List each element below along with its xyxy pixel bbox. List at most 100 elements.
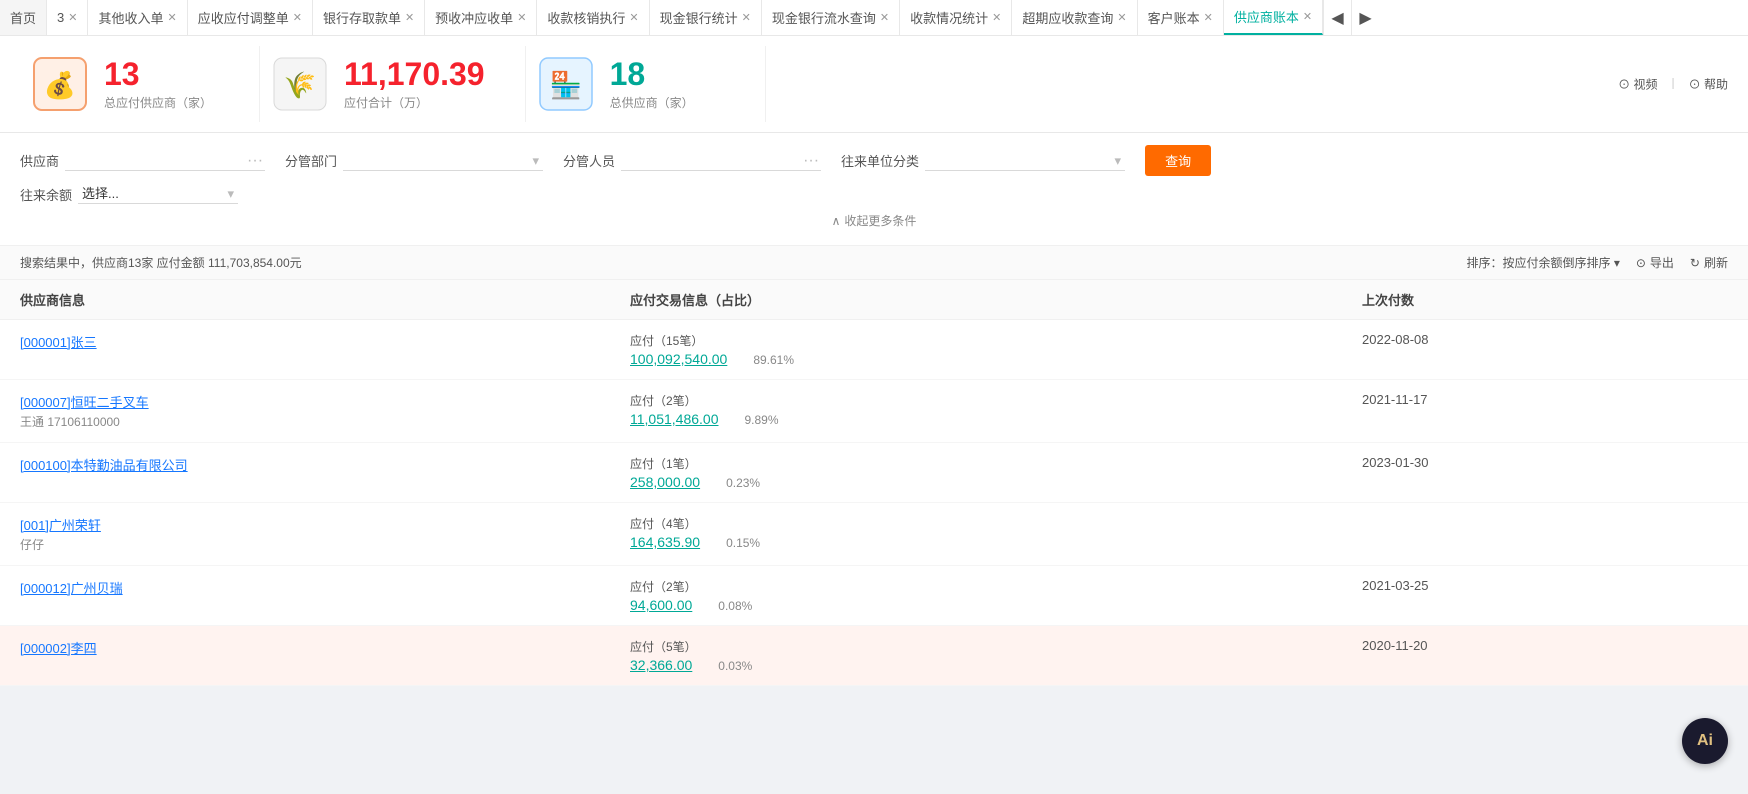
dept-select-wrapper: ▾ <box>343 151 543 171</box>
sort-label[interactable]: 排序：按应付余额倒序排序 ▾ <box>1466 254 1619 271</box>
nav-item-overdue-query[interactable]: 超期应收款查询 ✕ <box>1012 0 1137 35</box>
transaction-cell-4: 应付（2笔） 94,600.00 0.08% <box>630 578 1362 613</box>
lastpay-cell-5: 2020-11-20 <box>1362 638 1728 653</box>
tx-percent-0: 89.61% <box>753 353 794 367</box>
nav-home-label: 首页 <box>10 8 36 27</box>
stat-block-payable-total: 🌾 11,170.39 应付合计（万） <box>260 46 526 122</box>
filter-balance: 往来余额 选择... ▾ <box>20 184 238 204</box>
balance-select-wrapper: 选择... ▾ <box>78 184 238 204</box>
supplier-link-3[interactable]: [001]广州荣轩 <box>20 518 101 533</box>
tx-amount-0[interactable]: 100,092,540.00 <box>630 351 727 367</box>
nav-other-income-label: 其他收入单 <box>98 8 163 27</box>
lastpay-cell-1: 2021-11-17 <box>1362 392 1728 407</box>
query-button[interactable]: 查询 <box>1145 145 1211 176</box>
export-action[interactable]: ⊙ 导出 <box>1636 254 1674 271</box>
tx-amount-5[interactable]: 32,366.00 <box>630 657 692 673</box>
refresh-icon: ↻ <box>1690 256 1700 270</box>
nav-ar-ap-adjust-close[interactable]: ✕ <box>293 11 302 24</box>
nav-cash-flow-query-close[interactable]: ✕ <box>880 11 889 24</box>
supplier-link-5[interactable]: [000002]李四 <box>20 641 97 656</box>
supplier-dots-icon[interactable]: ··· <box>247 152 263 170</box>
nav-bank-deposit-close[interactable]: ✕ <box>405 11 414 24</box>
supplier-cell-2: [000100]本特勤油品有限公司 <box>20 455 630 474</box>
nav-item-3[interactable]: 3 ✕ <box>47 0 88 35</box>
tx-amount-4[interactable]: 94,600.00 <box>630 597 692 613</box>
collapse-button[interactable]: ∧ 收起更多条件 <box>20 212 1728 229</box>
nav-3-close[interactable]: ✕ <box>68 11 77 24</box>
supplier-cell-0: [000001]张三 <box>20 332 630 351</box>
supplier-link-0[interactable]: [000001]张三 <box>20 335 97 350</box>
nav-receipt-exec-close[interactable]: ✕ <box>629 11 638 24</box>
nav-customer-book-label: 客户账本 <box>1148 8 1200 27</box>
supplier-cell-4: [000012]广州贝瑞 <box>20 578 630 597</box>
col-header-lastpay: 上次付数 <box>1362 290 1728 309</box>
video-link[interactable]: ⊙ 视频 <box>1618 76 1657 93</box>
refresh-action[interactable]: ↻ 刷新 <box>1690 254 1728 271</box>
help-link[interactable]: ⊙ 帮助 <box>1689 76 1728 93</box>
nav-receipt-stat-close[interactable]: ✕ <box>992 11 1001 24</box>
table-header: 供应商信息 应付交易信息（占比） 上次付数 <box>0 280 1748 320</box>
category-select-wrapper: ▾ <box>925 151 1125 171</box>
supplier-filter-label: 供应商 <box>20 151 59 170</box>
stat-info-payable-total: 11,170.39 应付合计（万） <box>344 57 485 111</box>
tx-percent-4: 0.08% <box>718 599 752 613</box>
nav-customer-book-close[interactable]: ✕ <box>1204 11 1213 24</box>
result-bar-right: 排序：按应付余额倒序排序 ▾ ⊙ 导出 ↻ 刷新 <box>1466 254 1728 271</box>
svg-text:🌾: 🌾 <box>284 70 316 100</box>
nav-item-customer-book[interactable]: 客户账本 ✕ <box>1138 0 1224 35</box>
nav-advance-offset-close[interactable]: ✕ <box>517 11 526 24</box>
nav-item-receipt-exec[interactable]: 收款核销执行 ✕ <box>537 0 649 35</box>
nav-next-arrow[interactable]: ▶ <box>1351 0 1379 35</box>
dept-select[interactable] <box>343 151 543 171</box>
person-dots-icon[interactable]: ··· <box>803 152 819 170</box>
nav-supplier-book-close[interactable]: ✕ <box>1303 10 1312 23</box>
tx-amount-1[interactable]: 11,051,486.00 <box>630 411 719 427</box>
tx-percent-3: 0.15% <box>726 536 760 550</box>
transaction-cell-5: 应付（5笔） 32,366.00 0.03% <box>630 638 1362 673</box>
stat-info-payable-suppliers: 13 总应付供应商（家） <box>104 57 212 111</box>
supplier-input[interactable] <box>65 151 265 171</box>
nav-item-cash-flow-query[interactable]: 现金银行流水查询 ✕ <box>762 0 900 35</box>
supplier-sub-3: 仔仔 <box>20 536 630 553</box>
lastpay-cell-4: 2021-03-25 <box>1362 578 1728 593</box>
tx-percent-1: 9.89% <box>745 413 779 427</box>
nav-item-bank-deposit[interactable]: 银行存取款单 ✕ <box>313 0 425 35</box>
nav-overdue-query-close[interactable]: ✕ <box>1117 11 1126 24</box>
filter-row-1: 供应商 ··· 分管部门 ▾ 分管人员 ··· <box>20 145 1728 176</box>
lastpay-cell-0: 2022-08-08 <box>1362 332 1728 347</box>
nav-item-receipt-stat[interactable]: 收款情况统计 ✕ <box>900 0 1012 35</box>
category-select[interactable] <box>925 151 1125 171</box>
total-suppliers-label: 总供应商（家） <box>610 94 694 111</box>
payable-suppliers-number: 13 <box>104 57 212 92</box>
nav-bank-deposit-label: 银行存取款单 <box>323 8 401 27</box>
tx-amount-3[interactable]: 164,635.90 <box>630 534 700 550</box>
header-right-actions: ⊙ 视频 | ⊙ 帮助 <box>1618 76 1728 93</box>
tx-amount-2[interactable]: 258,000.00 <box>630 474 700 490</box>
total-suppliers-number: 18 <box>610 57 694 92</box>
nav-item-cash-bank-stat[interactable]: 现金银行统计 ✕ <box>650 0 762 35</box>
tx-row-4: 94,600.00 0.08% <box>630 595 1362 613</box>
transaction-cell-3: 应付（4笔） 164,635.90 0.15% <box>630 515 1362 550</box>
supplier-link-1[interactable]: [000007]恒旺二手叉车 <box>20 395 149 410</box>
svg-text:🏪: 🏪 <box>549 70 581 100</box>
lastpay-date-4: 2021-03-25 <box>1362 578 1429 593</box>
nav-item-home[interactable]: 首页 <box>0 0 47 35</box>
nav-item-supplier-book[interactable]: 供应商账本 ✕ <box>1224 0 1323 35</box>
tx-row-5: 32,366.00 0.03% <box>630 655 1362 673</box>
tx-row-1: 11,051,486.00 9.89% <box>630 409 1362 427</box>
balance-select[interactable]: 选择... <box>78 184 238 204</box>
tx-label-2: 应付（1笔） <box>630 455 1362 472</box>
category-filter-label: 往来单位分类 <box>841 151 919 170</box>
supplier-link-4[interactable]: [000012]广州贝瑞 <box>20 581 123 596</box>
supplier-link-2[interactable]: [000100]本特勤油品有限公司 <box>20 458 188 473</box>
nav-item-other-income[interactable]: 其他收入单 ✕ <box>88 0 187 35</box>
nav-item-ar-ap-adjust[interactable]: 应收应付调整单 ✕ <box>188 0 313 35</box>
nav-cash-bank-stat-close[interactable]: ✕ <box>742 11 751 24</box>
ai-floating-button[interactable]: Ai <box>1682 718 1728 764</box>
transaction-cell-0: 应付（15笔） 100,092,540.00 89.61% <box>630 332 1362 367</box>
nav-other-income-close[interactable]: ✕ <box>167 11 176 24</box>
supplier-cell-1: [000007]恒旺二手叉车 王通 17106110000 <box>20 392 630 430</box>
nav-item-advance-offset[interactable]: 预收冲应收单 ✕ <box>425 0 537 35</box>
person-input[interactable] <box>621 151 821 171</box>
nav-prev-arrow[interactable]: ◀ <box>1323 0 1351 35</box>
